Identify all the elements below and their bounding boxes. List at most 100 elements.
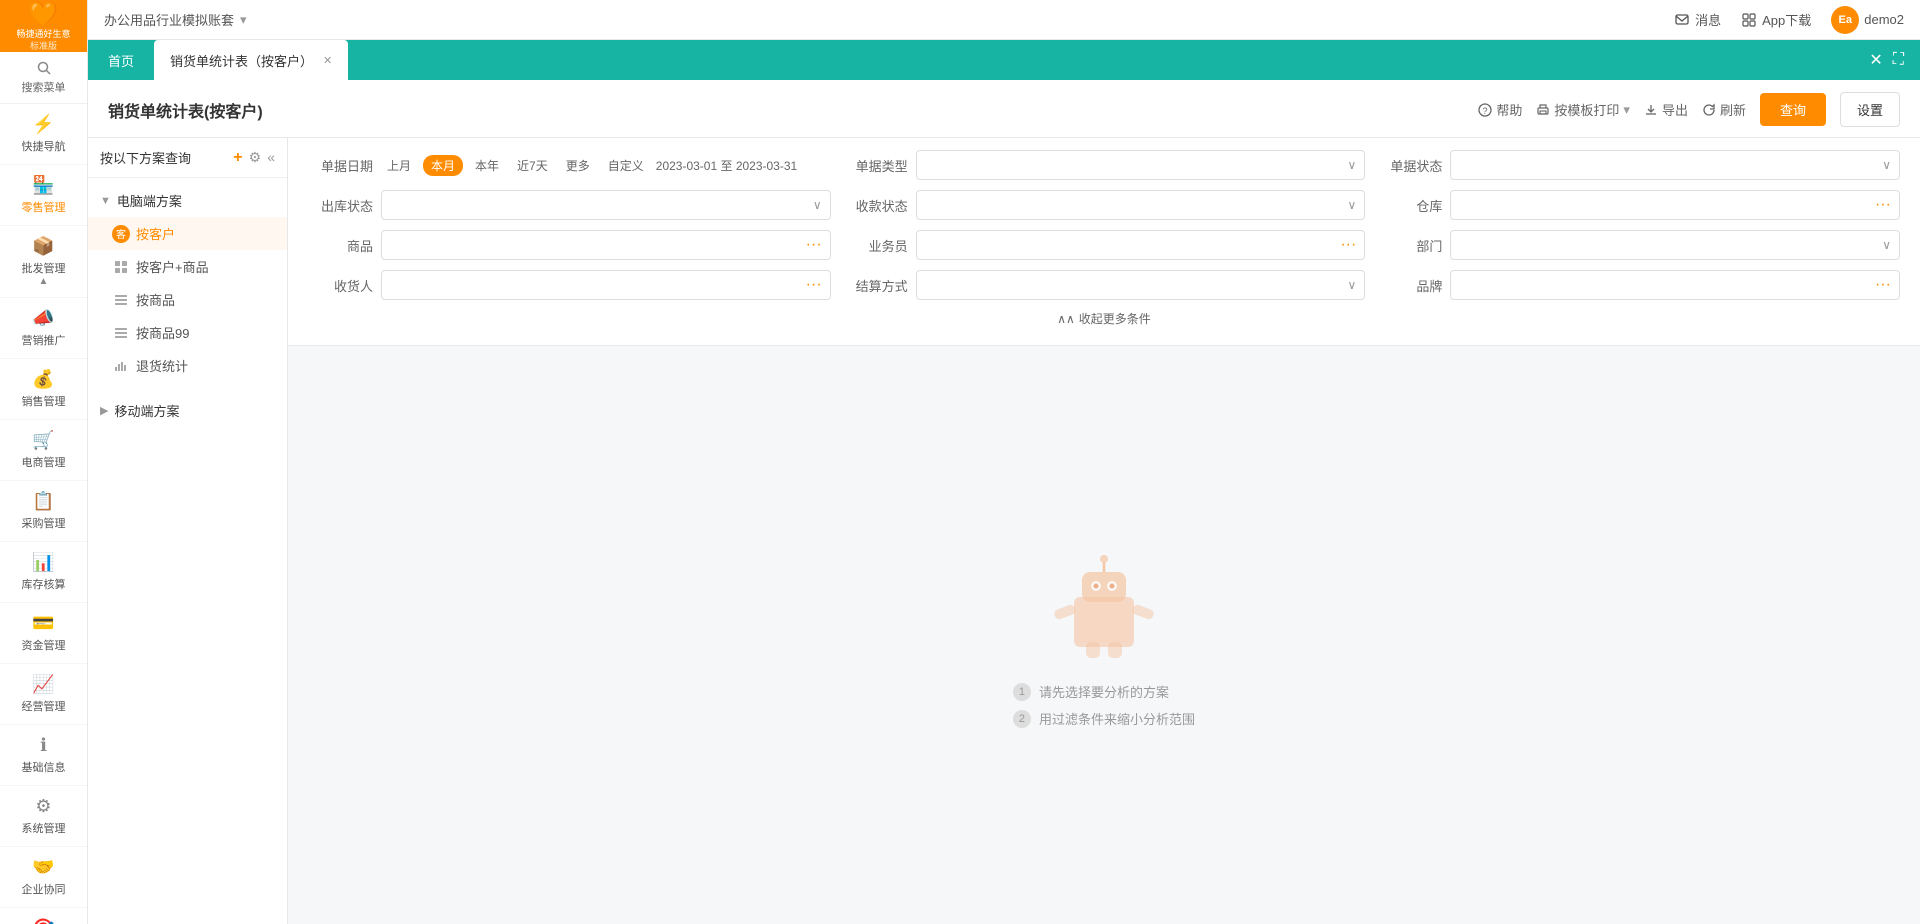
help-button[interactable]: ? 帮助 (1478, 100, 1522, 119)
user-menu[interactable]: Ea demo2 (1831, 6, 1904, 34)
sidebar-item-inventory[interactable]: 📊 库存核算 (0, 542, 87, 603)
date-tab-this-year[interactable]: 本年 (469, 155, 505, 176)
out-status-label: 出库状态 (308, 196, 373, 215)
filter-cell-order-status: 单据状态 ∨ (1377, 150, 1900, 180)
sidebar-item-retail[interactable]: 🏪 零售管理 (0, 165, 87, 226)
sidebar-item-system[interactable]: ⚙ 系统管理 (0, 786, 87, 847)
settings-button[interactable]: 设置 (1840, 92, 1900, 127)
out-status-chevron: ∨ (813, 198, 822, 212)
basic-icon: ℹ (40, 735, 47, 756)
sidebar-item-basic[interactable]: ℹ 基础信息 (0, 725, 87, 786)
sidebar-item-marketing[interactable]: 📣 营销推广 (0, 298, 87, 359)
order-type-select[interactable]: ∨ (916, 150, 1366, 180)
topbar: 办公用品行业模拟账套 ▾ 消息 App下载 Ea demo2 (88, 0, 1920, 40)
sidebar-item-ecommerce-label: 电商管理 (22, 454, 66, 470)
tree-mobile-expand-icon: ▶ (100, 404, 108, 417)
warehouse-select[interactable]: ··· (1450, 190, 1900, 220)
sidebar-search[interactable]: 搜索菜单 (0, 52, 87, 104)
date-tab-custom[interactable]: 自定义 (602, 155, 650, 176)
sidebar-item-sales-label: 销售管理 (22, 393, 66, 409)
sidebar-item-cooperation[interactable]: 🤝 企业协同 (0, 847, 87, 908)
sidebar-item-basic-label: 基础信息 (22, 759, 66, 775)
tree-child-by-customer-goods[interactable]: 按客户+商品 (88, 250, 287, 283)
main-area: 办公用品行业模拟账套 ▾ 消息 App下载 Ea demo2 首页 (88, 0, 1920, 924)
date-tab-last-month[interactable]: 上月 (381, 155, 417, 176)
payment-method-select[interactable]: ∨ (916, 270, 1366, 300)
payment-status-label: 收款状态 (843, 196, 908, 215)
recipient-select[interactable]: ··· (381, 270, 831, 300)
query-button[interactable]: 查询 (1760, 93, 1826, 126)
message-button[interactable]: 消息 (1674, 10, 1721, 29)
topbar-left: 办公用品行业模拟账套 ▾ (104, 10, 247, 29)
guide-icon: 🎯 (32, 918, 54, 924)
tree-child-by-customer[interactable]: 客 按客户 (88, 217, 287, 250)
goods-dots: ··· (806, 236, 822, 254)
add-scheme-button[interactable]: + (233, 149, 242, 167)
tab-actions: ✕ ⛶ (1869, 50, 1920, 70)
tab-close-all-icon[interactable]: ✕ (1869, 50, 1882, 70)
by-customer-goods-icon (112, 258, 130, 276)
sidebar-item-operation[interactable]: 📈 经营管理 (0, 664, 87, 725)
date-tab-more[interactable]: 更多 (560, 155, 596, 176)
print-button[interactable]: 按模板打印 ▾ (1536, 100, 1630, 119)
brand-label: 品牌 (1377, 276, 1442, 295)
tab-sales-stat[interactable]: 销货单统计表（按客户） ✕ (154, 40, 348, 80)
sidebar-item-operation-label: 经营管理 (22, 698, 66, 714)
hint-text-1: 请先选择要分析的方案 (1039, 682, 1169, 701)
sidebar-item-cooperation-label: 企业协同 (22, 881, 66, 897)
salesperson-label: 业务员 (843, 236, 908, 255)
search-icon (36, 60, 52, 76)
sidebar-item-guide[interactable]: 🎯 新手引导 (0, 908, 87, 924)
brand-select[interactable]: ··· (1450, 270, 1900, 300)
retail-icon: 🏪 (32, 175, 54, 196)
refresh-button[interactable]: 刷新 (1702, 100, 1746, 119)
logo-icon: 🧡 (29, 0, 59, 29)
industry-chevron: ▾ (240, 12, 247, 28)
tab-home-label: 首页 (108, 51, 134, 70)
settings-scheme-button[interactable]: ⚙ (249, 149, 262, 167)
order-status-select[interactable]: ∨ (1450, 150, 1900, 180)
help-label: 帮助 (1496, 100, 1522, 119)
recipient-label: 收货人 (308, 276, 373, 295)
quick-nav-icon: ⚡ (32, 114, 54, 135)
tree-child-by-goods[interactable]: 按商品 (88, 283, 287, 316)
export-button[interactable]: 导出 (1644, 100, 1688, 119)
industry-selector[interactable]: 办公用品行业模拟账套 ▾ (104, 10, 247, 29)
date-tab-this-month[interactable]: 本月 (423, 155, 463, 176)
salesperson-select[interactable]: ··· (916, 230, 1366, 260)
tree-child-return-stat[interactable]: 退货统计 (88, 349, 287, 382)
app-download-label: App下载 (1762, 10, 1811, 29)
empty-state: 1 请先选择要分析的方案 2 用过滤条件来缩小分析范围 (288, 346, 1920, 924)
sidebar-item-quick-nav[interactable]: ⚡ 快捷导航 (0, 104, 87, 165)
content-actions: ? 帮助 按模板打印 ▾ 导出 刷新 (1478, 92, 1900, 127)
refresh-icon (1702, 103, 1716, 117)
collapse-bar[interactable]: ∧∧ 收起更多条件 (308, 304, 1900, 333)
app-download-button[interactable]: App下载 (1741, 10, 1811, 29)
date-tab-7days[interactable]: 近7天 (511, 155, 554, 176)
sidebar-item-sales[interactable]: 💰 销售管理 (0, 359, 87, 420)
goods-select[interactable]: ··· (381, 230, 831, 260)
filter-cell-out-status: 出库状态 ∨ (308, 190, 831, 220)
sidebar-item-purchase[interactable]: 📋 采购管理 (0, 481, 87, 542)
finance-icon: 💳 (32, 613, 54, 634)
right-panel: 单据日期 上月 本月 本年 近7天 更多 自定义 20 (288, 138, 1920, 924)
date-picker[interactable]: 上月 本月 本年 近7天 更多 自定义 2023-03-01 至 2023-03… (381, 155, 831, 176)
tab-sales-stat-label: 销货单统计表（按客户） (170, 51, 313, 70)
sidebar-item-system-label: 系统管理 (22, 820, 66, 836)
tab-home[interactable]: 首页 (88, 40, 154, 80)
tree-parent-mobile[interactable]: ▶ 移动端方案 (88, 394, 287, 427)
collapse-panel-button[interactable]: « (267, 149, 275, 167)
tab-expand-icon[interactable]: ⛶ (1893, 51, 1904, 69)
department-select[interactable]: ∨ (1450, 230, 1900, 260)
sidebar-logo[interactable]: 🧡 畅捷通好生意 标准版 (0, 0, 88, 52)
sidebar-item-finance[interactable]: 💳 资金管理 (0, 603, 87, 664)
payment-status-select[interactable]: ∨ (916, 190, 1366, 220)
date-tabs: 上月 本月 本年 近7天 更多 自定义 (381, 155, 650, 176)
empty-illustration (1044, 542, 1164, 662)
out-status-select[interactable]: ∨ (381, 190, 831, 220)
tree-child-by-goods-99[interactable]: 按商品99 (88, 316, 287, 349)
sidebar-item-wholesale[interactable]: 📦 批发管理 ▲ (0, 226, 87, 298)
tab-close-button[interactable]: ✕ (323, 54, 332, 67)
tree-parent-desktop[interactable]: ▼ 电脑端方案 (88, 184, 287, 217)
sidebar-item-ecommerce[interactable]: 🛒 电商管理 (0, 420, 87, 481)
